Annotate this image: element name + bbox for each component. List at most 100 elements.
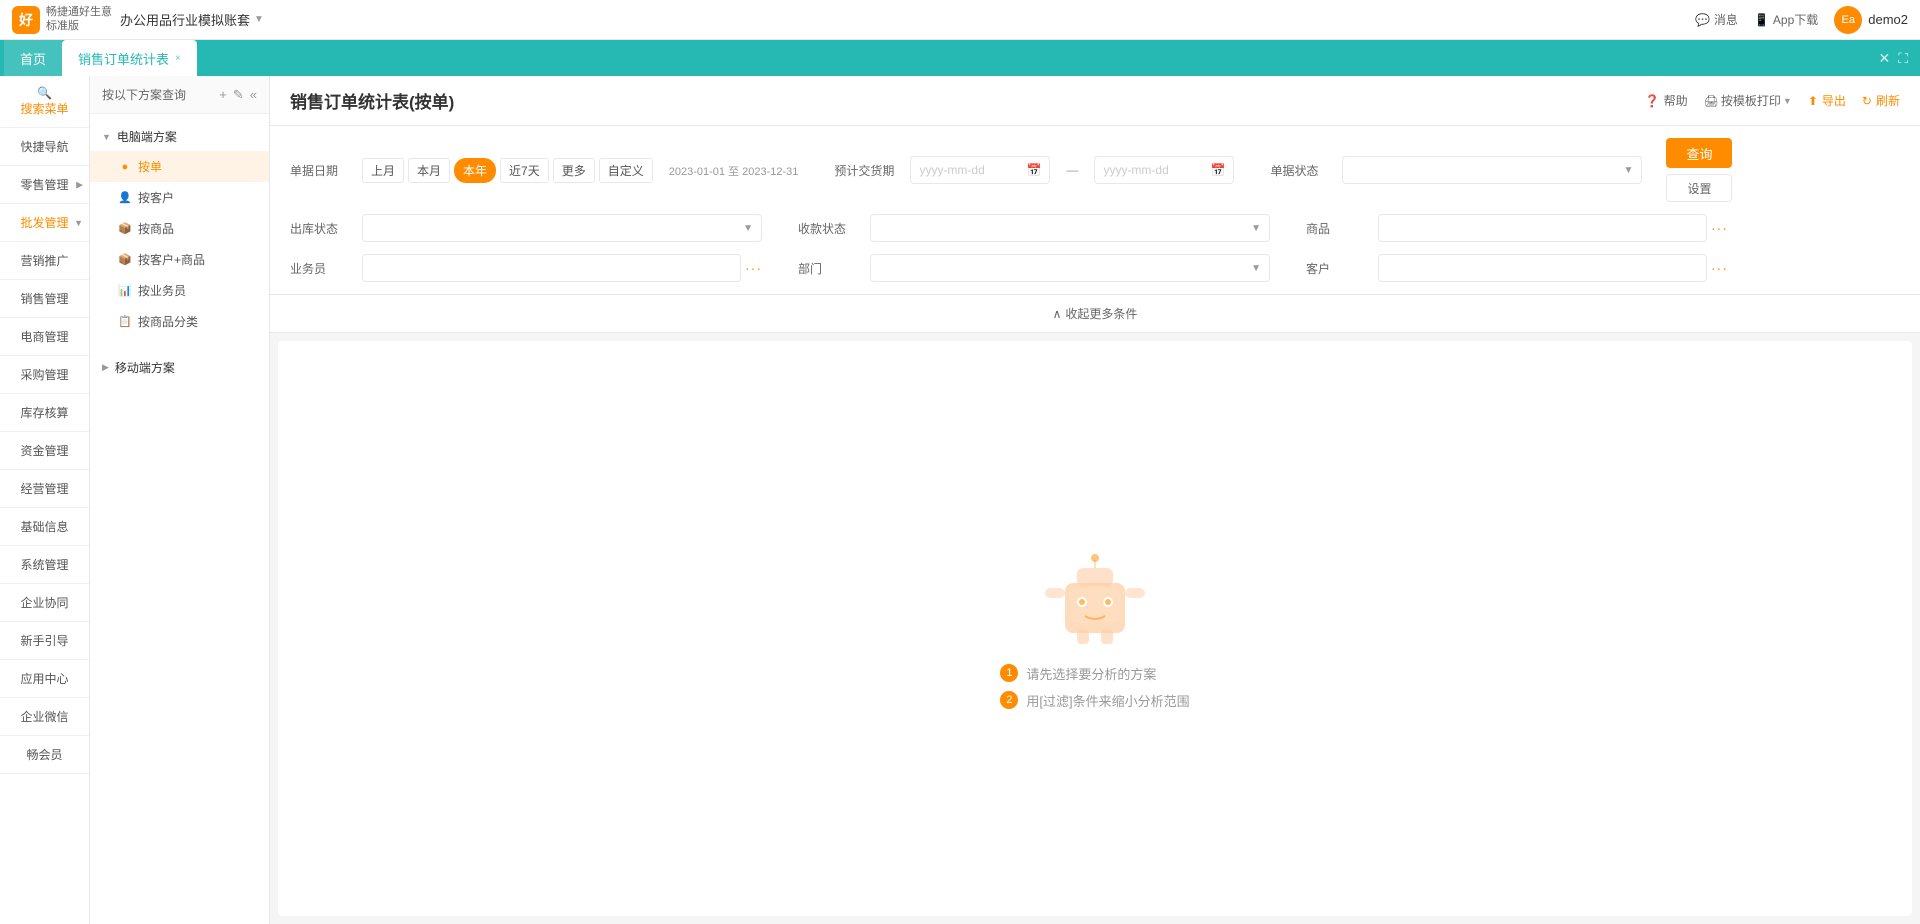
category-icon: 📋 [118, 315, 132, 329]
tab-close-icon[interactable]: × [175, 53, 181, 64]
scheme-item-by-customer-product[interactable]: 📦 按客户+商品 [90, 244, 269, 275]
print-icon: 🖨 [1704, 94, 1719, 108]
sidebar-item-basic[interactable]: 基础信息 [0, 508, 89, 546]
date-btn-last-month[interactable]: 上月 [362, 158, 404, 183]
setting-button[interactable]: 设置 [1666, 174, 1732, 202]
sidebar-item-app-center[interactable]: 应用中心 [0, 660, 89, 698]
sidebar-item-newbie[interactable]: 新手引导 [0, 622, 89, 660]
sidebar-item-enterprise-wx[interactable]: 企业微信 [0, 698, 89, 736]
sidebar-item-operation[interactable]: 经营管理 [0, 470, 89, 508]
user-info[interactable]: Ea demo2 [1834, 6, 1908, 34]
edit-scheme-button[interactable]: ✎ [233, 87, 244, 103]
collapse-conditions-button[interactable]: ∧ 收起更多条件 [1053, 305, 1138, 322]
product-icon: 📦 [118, 222, 132, 236]
sidebar-item-member[interactable]: 畅会员 [0, 736, 89, 774]
sidebar-item-enterprise[interactable]: 企业协同 [0, 584, 89, 622]
date-btn-this-year[interactable]: 本年 [454, 158, 496, 183]
sidebar-item-ecommerce[interactable]: 电商管理 [0, 318, 89, 356]
logo-icon: 好 [12, 6, 40, 34]
sidebar-item-wholesale[interactable]: 批发管理 ▼ [0, 204, 89, 242]
sidebar-item-marketing[interactable]: 营销推广 [0, 242, 89, 280]
main-content: 销售订单统计表(按单) ❓ 帮助 🖨 按模板打印 ▼ ⬆ [270, 76, 1920, 924]
user-name: demo2 [1868, 12, 1908, 27]
expected-date-from-input[interactable]: yyyy-mm-dd 📅 [910, 156, 1050, 184]
top-bar: 好 畅捷通好生意 标准版 办公用品行业模拟账套 ▼ 💬 消息 📱 App下载 E… [0, 0, 1920, 40]
sidebar: 🔍 搜索菜单 快捷导航 零售管理 ▶ 批发管理 ▼ 营销推广 销售管理 电商管理… [0, 76, 90, 924]
customer-input[interactable] [1378, 254, 1707, 282]
scheme-item-by-product[interactable]: 📦 按商品 [90, 213, 269, 244]
app-download-button[interactable]: 📱 App下载 [1754, 11, 1818, 28]
department-select[interactable]: ▼ [870, 254, 1270, 282]
hint-num-1: 1 [1000, 664, 1018, 682]
message-icon: 💬 [1695, 13, 1710, 27]
ship-status-select[interactable]: ▼ [362, 214, 762, 242]
mobile-scheme-title[interactable]: ▶ 移动端方案 [90, 353, 269, 382]
maximize-icon[interactable]: ⛶ [1898, 50, 1908, 67]
sidebar-item-quick-nav[interactable]: 快捷导航 [0, 128, 89, 166]
scheme-panel: 按以下方案查询 + ✎ « ▼ 电脑端方案 ● 按单 👤 按客户 [90, 76, 270, 924]
payment-status-label: 收款状态 [798, 220, 854, 237]
status-select[interactable]: ▼ [1342, 156, 1642, 184]
empty-svg [1035, 548, 1155, 648]
empty-state: 1 请先选择要分析的方案 2 用[过滤]条件来缩小分析范围 [278, 341, 1912, 916]
scheme-item-by-salesperson[interactable]: 📊 按业务员 [90, 275, 269, 306]
product-input[interactable] [1378, 214, 1707, 242]
tab-home[interactable]: 首页 [4, 40, 62, 76]
date-btn-last-7-days[interactable]: 近7天 [500, 158, 549, 183]
scheme-section-pc: ▼ 电脑端方案 ● 按单 👤 按客户 📦 按商品 📦 按客户+商品 [90, 114, 269, 345]
customer-product-icon: 📦 [118, 253, 132, 267]
top-bar-title[interactable]: 办公用品行业模拟账套 ▼ [120, 10, 264, 29]
add-scheme-button[interactable]: + [219, 87, 227, 102]
sidebar-item-purchase[interactable]: 采购管理 [0, 356, 89, 394]
scheme-item-by-order[interactable]: ● 按单 [90, 151, 269, 182]
expand-icon: ▼ [102, 132, 111, 142]
filter-row-2: 出库状态 ▼ 收款状态 ▼ 商品 ··· [290, 214, 1900, 242]
chevron-down-icon: ▼ [254, 14, 264, 25]
product-more-button[interactable]: ··· [1711, 220, 1728, 236]
department-label: 部门 [798, 260, 854, 277]
salesperson-input[interactable] [362, 254, 741, 282]
export-button[interactable]: ⬆ 导出 [1808, 92, 1846, 109]
sidebar-item-search[interactable]: 🔍 搜索菜单 [0, 76, 89, 128]
app-title: 办公用品行业模拟账套 [120, 10, 250, 29]
sidebar-item-sales[interactable]: 销售管理 [0, 280, 89, 318]
customer-more-button[interactable]: ··· [1711, 260, 1728, 276]
content-area: 按以下方案查询 + ✎ « ▼ 电脑端方案 ● 按单 👤 按客户 [90, 76, 1920, 924]
hint-num-2: 2 [1000, 691, 1018, 709]
refresh-button[interactable]: ↻ 刷新 [1862, 92, 1900, 109]
help-button[interactable]: ❓ 帮助 [1645, 92, 1688, 109]
date-btn-custom[interactable]: 自定义 [599, 158, 653, 183]
sidebar-item-retail[interactable]: 零售管理 ▶ [0, 166, 89, 204]
refresh-icon: ↻ [1862, 94, 1872, 108]
salesperson-label: 业务员 [290, 260, 346, 277]
sidebar-item-finance[interactable]: 资金管理 [0, 432, 89, 470]
ship-status-label: 出库状态 [290, 220, 346, 237]
scheme-item-by-category[interactable]: 📋 按商品分类 [90, 306, 269, 337]
payment-status-select[interactable]: ▼ [870, 214, 1270, 242]
query-button[interactable]: 查询 [1666, 138, 1732, 168]
order-icon: ● [118, 160, 132, 174]
tab-sales-order-report[interactable]: 销售订单统计表 × [62, 40, 197, 76]
filter-area: 单据日期 上月 本月 本年 近7天 更多 自定义 2023-01-01 至 20… [270, 126, 1920, 295]
top-bar-left: 好 畅捷通好生意 标准版 办公用品行业模拟账套 ▼ [12, 6, 264, 34]
collapse-scheme-button[interactable]: « [250, 87, 257, 102]
page-header-actions: ❓ 帮助 🖨 按模板打印 ▼ ⬆ 导出 ↻ [1645, 92, 1900, 109]
empty-hint-2: 2 用[过滤]条件来缩小分析范围 [1000, 691, 1189, 710]
print-button[interactable]: 🖨 按模板打印 ▼ [1704, 92, 1792, 109]
page-title: 销售订单统计表(按单) [290, 88, 454, 113]
sidebar-item-system[interactable]: 系统管理 [0, 546, 89, 584]
date-btn-more[interactable]: 更多 [553, 158, 595, 183]
scheme-item-by-customer[interactable]: 👤 按客户 [90, 182, 269, 213]
pc-scheme-title[interactable]: ▼ 电脑端方案 [90, 122, 269, 151]
close-window-icon[interactable]: ✕ [1878, 50, 1890, 67]
export-icon: ⬆ [1808, 94, 1818, 108]
scheme-panel-title: 按以下方案查询 [102, 86, 186, 103]
expected-date-to-input[interactable]: yyyy-mm-dd 📅 [1094, 156, 1234, 184]
page-header-top: 销售订单统计表(按单) ❓ 帮助 🖨 按模板打印 ▼ ⬆ [290, 88, 1900, 113]
messages-button[interactable]: 💬 消息 [1695, 11, 1738, 28]
scheme-header: 按以下方案查询 + ✎ « [90, 76, 269, 114]
date-btn-this-month[interactable]: 本月 [408, 158, 450, 183]
sidebar-item-inventory[interactable]: 库存核算 [0, 394, 89, 432]
calendar-icon-2: 📅 [1210, 163, 1225, 177]
salesperson-more-button[interactable]: ··· [745, 260, 762, 276]
